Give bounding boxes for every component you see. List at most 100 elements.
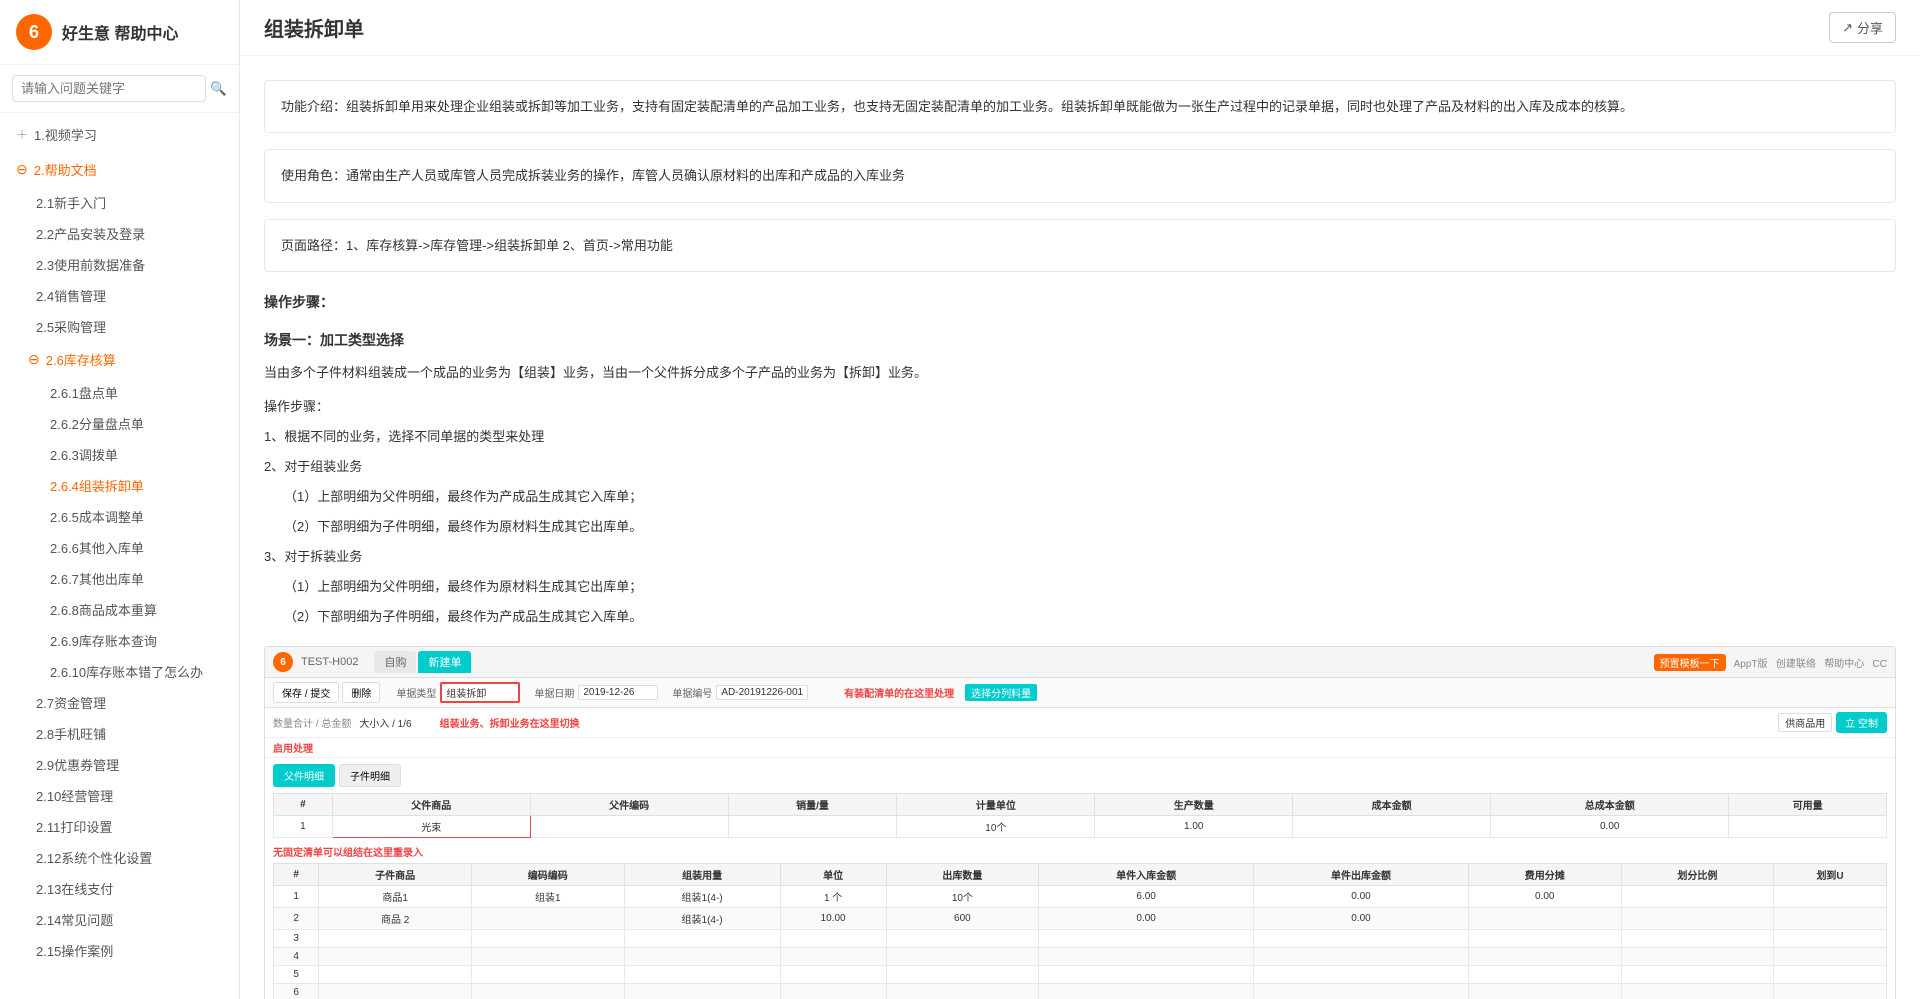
col-qty-measure: 销量/量: [728, 794, 897, 816]
mock-table-parent: # 父件商品 父件编码 销量/量 计量单位 生产数量 成本金额 总成本金额 可用…: [273, 793, 1887, 838]
step1: 1、根据不同的业务，选择不同单据的类型来处理: [264, 424, 1896, 450]
mock-date-field: 单据日期 2019-12-26: [534, 685, 658, 700]
sidebar-item-docs-label: 2.帮助文档: [34, 160, 97, 179]
mock-tab-new[interactable]: 新建单: [418, 651, 471, 673]
sidebar-item-cost-adj[interactable]: 2.6.5成本调整单: [0, 501, 239, 532]
sidebar-item-customize[interactable]: 2.12系统个性化设置: [0, 842, 239, 873]
sidebar-nav: ＋ 1.视频学习 ⊖ 2.帮助文档 2.1新手入门 2.2产品安装及登录 2.3…: [0, 113, 239, 970]
sidebar-item-ledger-fix[interactable]: 2.6.10库存账本错了怎么办: [0, 656, 239, 687]
share-button[interactable]: ↗ 分享: [1829, 12, 1896, 43]
col-child-goods: 子件商品: [319, 864, 472, 886]
mock-type-value[interactable]: 组装拆卸: [440, 682, 520, 703]
search-button[interactable]: 🔍: [210, 81, 227, 97]
sidebar-item-inventory[interactable]: ⊖ 2.6库存核算: [0, 342, 239, 377]
mock-sum-value: 大小入 / 1/6: [359, 715, 411, 730]
sidebar-item-data-prep[interactable]: 2.3使用前数据准备: [0, 249, 239, 280]
mock-confirm-btn[interactable]: 立 空制: [1836, 712, 1887, 733]
share-label: 分享: [1857, 18, 1883, 37]
scenario1-intro: 当由多个子件材料组装成一个成品的业务为【组装】业务，当由一个父件拆分成多个子产品…: [264, 360, 1896, 386]
share-icon: ↗: [1842, 20, 1853, 36]
step2-1: （1）上部明细为父件明细，最终作为产成品生成其它入库单；: [264, 484, 1896, 510]
col-alloc: 费用分摊: [1468, 864, 1621, 886]
sidebar: 6 好生意 帮助中心 🔍 ＋ 1.视频学习 ⊖ 2.帮助文档 2.1新手入门 2…: [0, 0, 240, 999]
sidebar-item-operations[interactable]: 2.10经营管理: [0, 780, 239, 811]
mock-no-field: 单据编号 AD-20191226-001: [672, 685, 808, 700]
mock-sum-label: 数量合计 / 总金额: [273, 715, 351, 730]
sidebar-item-inventory-ledger[interactable]: 2.6.9库存账本查询: [0, 625, 239, 656]
cell: [1293, 816, 1491, 838]
mock-select-bom-btn[interactable]: 选择分列料量: [965, 684, 1037, 701]
col-num2: #: [274, 864, 319, 886]
sidebar-item-other-out[interactable]: 2.6.7其他出库单: [0, 563, 239, 594]
mock-tab-self[interactable]: 自购: [374, 651, 416, 673]
annotation1-text: 有装配清单的在这里处理: [844, 689, 954, 700]
col-ratio: 划分比例: [1621, 864, 1774, 886]
col-produce-qty: 生产数量: [1095, 794, 1293, 816]
page-title: 组装拆卸单: [264, 13, 364, 42]
sidebar-item-newbie[interactable]: 2.1新手入门: [0, 187, 239, 218]
sidebar-docs-children: 2.1新手入门 2.2产品安装及登录 2.3使用前数据准备 2.4销售管理 2.…: [0, 187, 239, 966]
col-unit2: 单位: [780, 864, 886, 886]
sidebar-item-split-stocktake[interactable]: 2.6.2分量盘点单: [0, 408, 239, 439]
steps-title: 操作步骤：: [264, 288, 1896, 316]
steps-section: 操作步骤： 场景一：加工类型选择 当由多个子件材料组装成一个成品的业务为【组装】…: [264, 288, 1896, 630]
mock-app-title: TEST-H002: [301, 656, 358, 668]
mock-type-label: 单据类型: [396, 685, 436, 700]
screenshot-inner: 6 TEST-H002 自购 新建单 预置模板一下 AppT版 创建联络 帮助中…: [265, 647, 1895, 999]
sidebar-item-docs[interactable]: ⊖ 2.帮助文档: [0, 152, 239, 187]
col-num: #: [274, 794, 333, 816]
sidebar-item-stocktake[interactable]: 2.6.1盘点单: [0, 377, 239, 408]
sidebar-item-install[interactable]: 2.2产品安装及登录: [0, 218, 239, 249]
table-row: 5: [274, 966, 1887, 984]
scenario1-title: 场景一：加工类型选择: [264, 326, 1896, 354]
mock-btn-orange-new[interactable]: 预置模板一下: [1654, 654, 1726, 671]
sidebar-item-assemble[interactable]: 2.6.4组装拆卸单: [0, 470, 239, 501]
sidebar-item-cases[interactable]: 2.15操作案例: [0, 935, 239, 966]
table-row: 2商品 2组装1(4-)10.006000.000.00: [274, 908, 1887, 930]
sidebar-item-purchase[interactable]: 2.5采购管理: [0, 311, 239, 342]
sidebar-item-video-label: 1.视频学习: [34, 125, 97, 144]
mock-supplier-field[interactable]: 供商品用: [1778, 713, 1832, 732]
mock-toggle-child[interactable]: 子件明细: [339, 764, 401, 787]
mock-table-child: # 子件商品 编码编码 组装用量 单位 出库数量 单件入库金额 单件出库金额 费…: [273, 863, 1887, 999]
sidebar-item-video[interactable]: ＋ 1.视频学习: [0, 117, 239, 152]
collapse-icon-2: ⊖: [28, 351, 40, 368]
annotation5-text: 无固定清单可以组结在这里重录入: [273, 844, 1887, 859]
path-block: 页面路径：1、库存核算->库存管理->组装拆卸单 2、首页->常用功能: [264, 219, 1896, 272]
table-row: 4: [274, 948, 1887, 966]
search-input[interactable]: [12, 75, 206, 102]
mock-nav-tabs: 自购 新建单: [374, 651, 471, 673]
mock-save-btn[interactable]: 保存 / 提交: [273, 682, 339, 703]
sidebar-item-transfer[interactable]: 2.6.3调拨单: [0, 439, 239, 470]
cell: [1729, 816, 1887, 838]
sidebar-item-faq[interactable]: 2.14常见问题: [0, 904, 239, 935]
sidebar-logo: 6 好生意 帮助中心: [0, 0, 239, 65]
sidebar-item-payment[interactable]: 2.13在线支付: [0, 873, 239, 904]
sidebar-item-finance[interactable]: 2.7资金管理: [0, 687, 239, 718]
path-text: 页面路径：1、库存核算->库存管理->组装拆卸单 2、首页->常用功能: [281, 238, 673, 253]
sidebar-item-coupon[interactable]: 2.9优惠券管理: [0, 749, 239, 780]
col-asm-qty: 组装用量: [624, 864, 780, 886]
sidebar-item-other-in[interactable]: 2.6.6其他入库单: [0, 532, 239, 563]
mock-no-value[interactable]: AD-20191226-001: [716, 685, 808, 700]
sidebar-item-sales[interactable]: 2.4销售管理: [0, 280, 239, 311]
mock-date-value[interactable]: 2019-12-26: [578, 685, 658, 700]
sidebar-item-cost-recalc[interactable]: 2.6.8商品成本重算: [0, 594, 239, 625]
steps-sub-title: 操作步骤：: [264, 394, 1896, 420]
cell: 0.00: [1491, 816, 1729, 838]
sidebar-item-mobile[interactable]: 2.8手机旺铺: [0, 718, 239, 749]
col-cost: 成本金额: [1293, 794, 1491, 816]
col-parent-goods: 父件商品: [332, 794, 530, 816]
mock-right-links: AppT版 创建联络 帮助中心 CC: [1734, 655, 1887, 670]
search-box: 🔍: [0, 65, 239, 113]
top-bar: 组装拆卸单 ↗ 分享: [240, 0, 1920, 56]
mock-delete-btn[interactable]: 删除: [342, 682, 380, 703]
sidebar-inventory-children: 2.6.1盘点单 2.6.2分量盘点单 2.6.3调拨单 2.6.4组装拆卸单 …: [0, 377, 239, 687]
step2-2: （2）下部明细为子件明细，最终作为原材料生成其它出库单。: [264, 514, 1896, 540]
role-block: 使用角色：通常由生产人员或库管人员完成拆装业务的操作，库管人员确认原材料的出库和…: [264, 149, 1896, 202]
mock-toggle-parent[interactable]: 父件明细: [273, 764, 335, 787]
sidebar-item-print[interactable]: 2.11打印设置: [0, 811, 239, 842]
mock-toolbar: 保存 / 提交 删除 单据类型 组装拆卸 单据日期 2019-12-26 单据编…: [265, 678, 1895, 708]
cell: 光束: [332, 816, 530, 838]
mock-logo: 6: [273, 652, 293, 672]
